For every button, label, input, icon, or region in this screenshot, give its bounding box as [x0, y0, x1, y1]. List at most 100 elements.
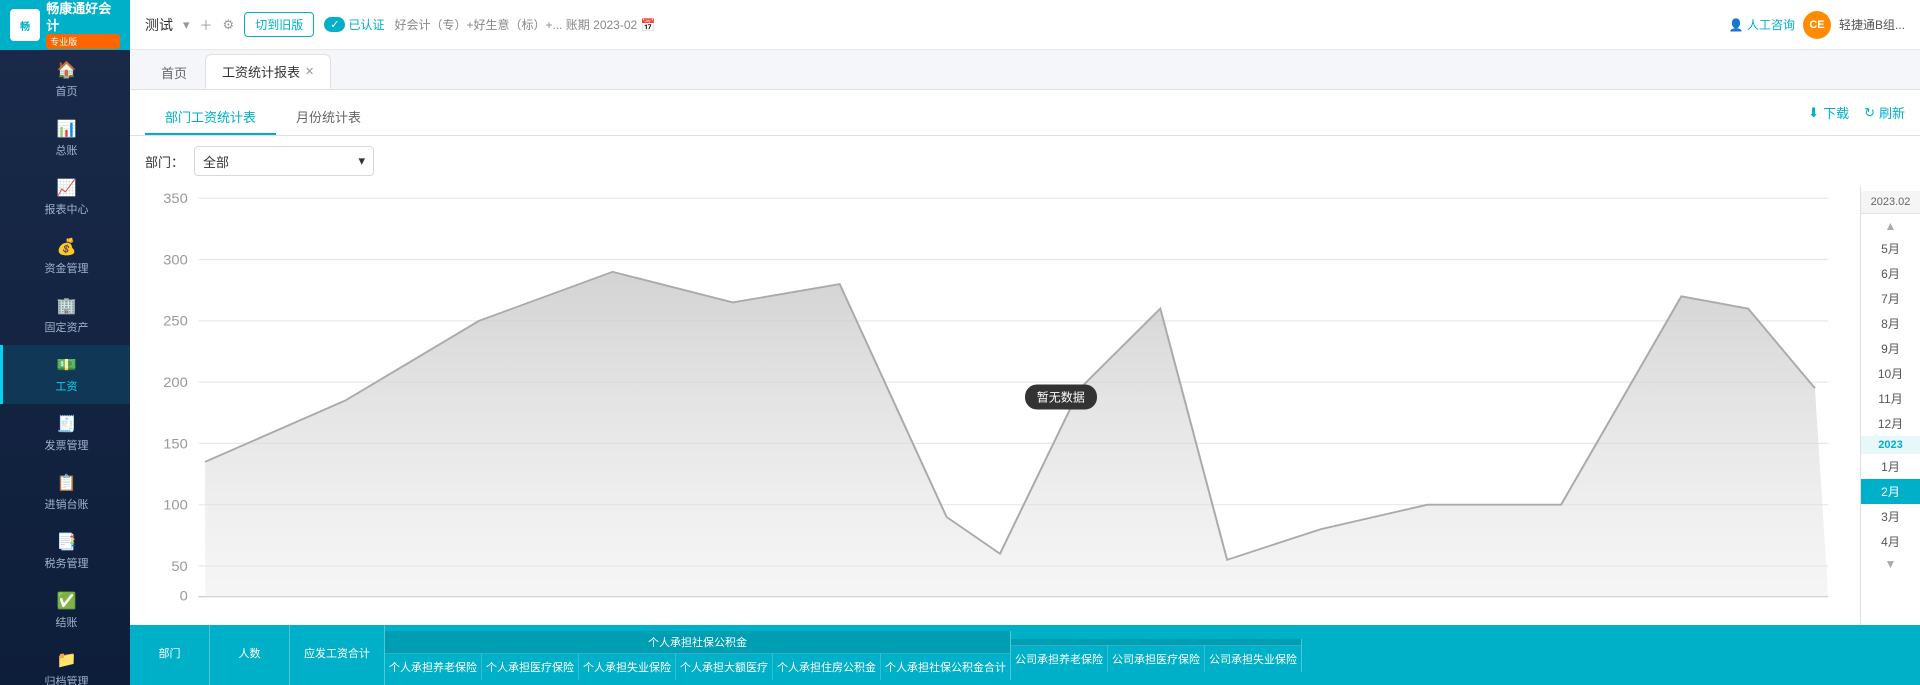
table-col-company-unemployment: 公司承担失业保险 — [1205, 646, 1301, 672]
date-month-9[interactable]: 9月 — [1861, 336, 1920, 361]
sidebar: 畅 畅康通好会计 专业版 🏠 首页 📊总账📈报表中心 💰 资金管理 🏢 固定资产 💵 工资 🧾发票… — [0, 0, 130, 685]
table-col-count: 人数 — [210, 625, 290, 685]
date-month-6[interactable]: 6月 — [1861, 261, 1920, 286]
subtabbar: 部门工资统计表 月份统计表 — [130, 90, 1808, 135]
date-month-8[interactable]: 8月 — [1861, 311, 1920, 336]
date-down-icon[interactable]: ▼ — [1861, 554, 1920, 574]
sidebar-item-总账[interactable]: 📊总账 — [0, 109, 130, 168]
sidebar-item-工资[interactable]: 💵 工资 — [0, 345, 130, 404]
topbar-dropdown-icon[interactable]: ▾ — [183, 17, 190, 33]
table-col-dept-label: 部门 — [159, 647, 181, 662]
table-group-company-title — [1011, 639, 1301, 646]
sidebar-item-资金管理[interactable]: 💰 资金管理 — [0, 227, 130, 286]
sidebar-icon: 📁 — [57, 650, 77, 670]
dept-select-value: 全部 — [203, 152, 229, 171]
sidebar-item-进销台账[interactable]: 📋 进销台账 — [0, 463, 130, 522]
tab-salary-report[interactable]: 工资统计报表 ✕ — [205, 54, 331, 89]
sidebar-icon: 🏠 — [57, 60, 77, 80]
download-icon: ⬇ — [1808, 105, 1819, 121]
dept-select[interactable]: 全部 ▾ — [194, 146, 374, 176]
toolbar-left: 部门： 全部 ▾ — [145, 146, 374, 176]
date-year-label[interactable]: 2023 — [1861, 436, 1920, 454]
topbar-settings-icon[interactable]: ⚙ — [223, 17, 235, 33]
date-current: 2023.02 — [1861, 191, 1920, 214]
sidebar-icon: 💵 — [57, 355, 77, 375]
date-month-5[interactable]: 5月 — [1861, 236, 1920, 261]
dept-label: 部门： — [145, 152, 184, 171]
tab-salary-report-label: 工资统计报表 — [222, 62, 300, 81]
sidebar-icon: 📋 — [57, 473, 77, 493]
sidebar-label: 资金管理 — [45, 260, 89, 276]
date-month-10[interactable]: 10月 — [1861, 361, 1920, 386]
date-month-7[interactable]: 7月 — [1861, 286, 1920, 311]
sidebar-item-归档管理[interactable]: 📁 归档管理 — [0, 640, 130, 685]
date-sidebar: 2023.02 ▲ 5月 6月 7月 8月 9月 10月 11月 12月 202… — [1860, 186, 1920, 625]
subtab-dept[interactable]: 部门工资统计表 — [145, 100, 276, 135]
svg-text:350: 350 — [163, 191, 188, 206]
sidebar-item-发票管理[interactable]: 🧾发票管理 — [0, 404, 130, 463]
sidebar-label: 工资 — [56, 378, 78, 394]
sidebar-label: 进销台账 — [45, 496, 89, 512]
date-up-icon[interactable]: ▲ — [1861, 216, 1920, 236]
sidebar-label: 归档管理 — [45, 673, 89, 685]
refresh-icon: ↻ — [1864, 105, 1875, 121]
verified-icon: ✓ — [324, 17, 345, 32]
date-month-2-active[interactable]: 2月 — [1861, 479, 1920, 504]
subtab-month[interactable]: 月份统计表 — [276, 100, 381, 135]
table-col-personal-pension: 个人承担养老保险 — [385, 654, 482, 680]
verified-badge: ✓ 已认证 — [324, 16, 384, 33]
download-button[interactable]: ⬇ 下载 — [1808, 103, 1849, 122]
sidebar-label: 固定资产 — [45, 319, 89, 335]
date-month-11[interactable]: 11月 — [1861, 386, 1920, 411]
date-month-1[interactable]: 1月 — [1861, 454, 1920, 479]
table-group-personal: 个人承担社保公积金 个人承担养老保险 个人承担医疗保险 个人承担失业保险 个人承… — [385, 631, 1011, 680]
app-badge: 专业版 — [46, 34, 120, 49]
sidebar-label: 首页 — [56, 83, 78, 99]
app-logo: 畅 畅康通好会计 专业版 — [0, 0, 130, 50]
table-col-dept: 部门 — [130, 625, 210, 685]
subtab-dept-label: 部门工资统计表 — [165, 110, 256, 125]
logo-icon: 畅 — [10, 9, 40, 41]
sidebar-icon: 📈 — [57, 178, 77, 198]
refresh-button[interactable]: ↻ 刷新 — [1864, 103, 1905, 122]
table-col-personal-medical: 个人承担医疗保险 — [482, 654, 579, 680]
sidebar-icon: 💰 — [57, 237, 77, 257]
sidebar-item-结账[interactable]: ✅结账 — [0, 581, 130, 640]
support-label[interactable]: 👤 人工咨询 — [1729, 16, 1795, 33]
table-col-company-pension: 公司承担养老保险 — [1011, 646, 1108, 672]
date-month-4[interactable]: 4月 — [1861, 529, 1920, 554]
sidebar-item-报表中心[interactable]: 📈报表中心 — [0, 168, 130, 227]
sidebar-icon: 🏢 — [57, 296, 77, 316]
table-col-company-medical: 公司承担医疗保险 — [1108, 646, 1205, 672]
table-group-personal-title: 个人承担社保公积金 — [385, 631, 1010, 654]
table-col-count-label: 人数 — [239, 647, 261, 662]
app-name: 畅康通好会计 — [46, 1, 120, 35]
date-month-12[interactable]: 12月 — [1861, 411, 1920, 436]
sidebar-item-税务管理[interactable]: 📑税务管理 — [0, 522, 130, 581]
content-area: 部门工资统计表 月份统计表 ⬇ 下载 ↻ 刷新 部门： — [130, 90, 1920, 685]
subtab-row: 部门工资统计表 月份统计表 ⬇ 下载 ↻ 刷新 — [130, 90, 1920, 136]
sidebar-label: 发票管理 — [45, 437, 89, 453]
svg-text:50: 50 — [171, 558, 188, 573]
date-month-3[interactable]: 3月 — [1861, 504, 1920, 529]
topbar-user-area: 👤 人工咨询 CE 轻捷通B组... — [1729, 11, 1905, 39]
sidebar-item-首页[interactable]: 🏠 首页 — [0, 50, 130, 109]
sidebar-item-固定资产[interactable]: 🏢 固定资产 — [0, 286, 130, 345]
table-col-personal-major-medical: 个人承担大额医疗 — [676, 654, 773, 680]
topbar-title: 测试 — [145, 15, 173, 35]
avatar: CE — [1803, 11, 1831, 39]
close-icon[interactable]: ✕ — [305, 65, 314, 78]
topbar-add-icon[interactable]: ＋ — [200, 15, 213, 34]
chart-date-wrapper: 350 300 250 200 150 100 50 0 — [130, 186, 1920, 625]
topbar-tags: 好会计（专）+好生意（标）+... 账期 2023-02 📅 — [394, 16, 655, 33]
sidebar-icon: 📑 — [57, 532, 77, 552]
sidebar-label: 总账 — [56, 142, 78, 158]
switch-old-version-button[interactable]: 切到旧版 — [244, 12, 314, 37]
table-col-personal-housing: 个人承担住房公积金 — [773, 654, 881, 680]
sidebar-nav: 🏠 首页 📊总账📈报表中心 💰 资金管理 🏢 固定资产 💵 工资 🧾发票管理 📋 进销台账 📑税务管理✅… — [0, 50, 130, 685]
tab-home[interactable]: 首页 — [145, 56, 203, 89]
sidebar-label: 结账 — [56, 614, 78, 630]
main-area: 测试 ▾ ＋ ⚙ 切到旧版 ✓ 已认证 好会计（专）+好生意（标）+... 账期… — [130, 0, 1920, 685]
table-col-total-salary: 应发工资合计 — [290, 625, 385, 685]
topbar: 测试 ▾ ＋ ⚙ 切到旧版 ✓ 已认证 好会计（专）+好生意（标）+... 账期… — [130, 0, 1920, 50]
